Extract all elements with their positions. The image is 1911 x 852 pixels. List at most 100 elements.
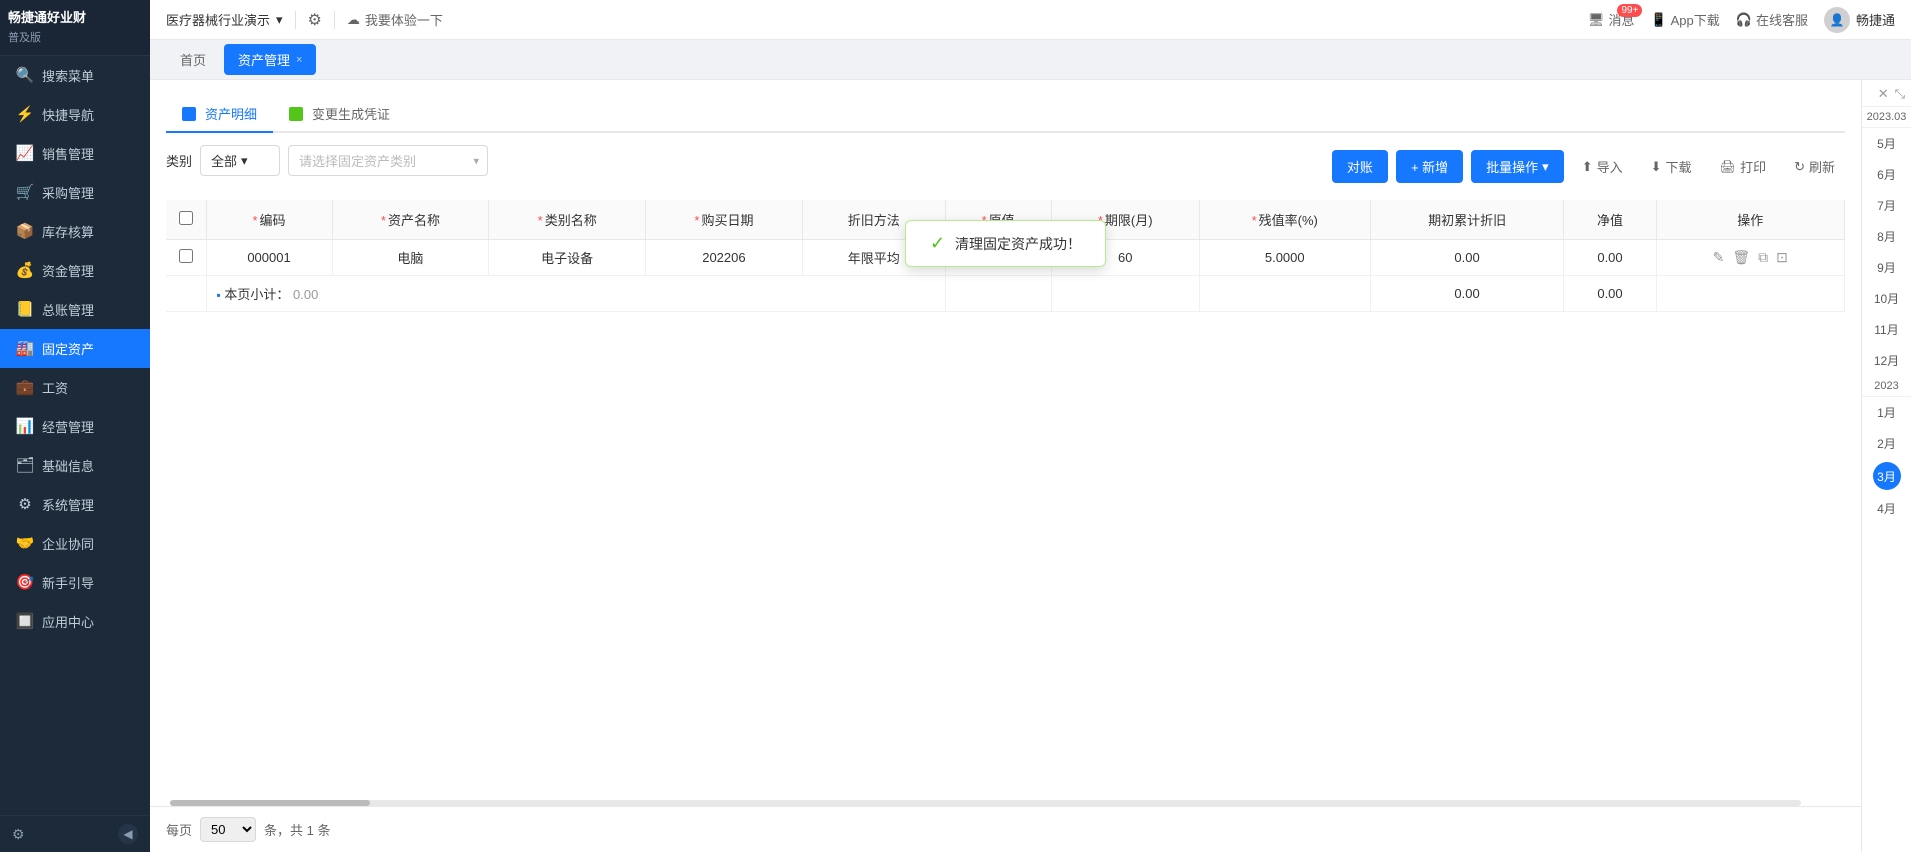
select-all-checkbox[interactable] <box>179 211 193 225</box>
tab-close-icon[interactable]: × <box>296 54 302 66</box>
right-panel-month[interactable]: 7月 <box>1862 190 1911 221</box>
edit-icon[interactable]: ✎ <box>1713 249 1725 266</box>
sidebar-item-sales[interactable]: 📈 销售管理 <box>0 134 150 173</box>
right-panel-month[interactable]: 12月 <box>1862 345 1911 376</box>
fixed-assets-icon: 🏭 <box>16 339 34 357</box>
batch-ops-dropdown-icon: ▾ <box>1542 159 1549 175</box>
right-panel-close-icon[interactable]: ✕ <box>1878 86 1889 102</box>
th-purchase-date: *购买日期 <box>646 200 803 240</box>
content-area: 资产明细 变更生成凭证 类别 全部 ▾ <box>150 80 1911 852</box>
row-actions: ✎ 🗑 ⧉ ⊡ <box>1667 249 1834 266</box>
sidebar-header: 畅捷通好业财 普及版 <box>0 0 150 56</box>
sidebar-item-system[interactable]: ⚙系统管理 <box>0 485 150 524</box>
import-icon: ⬆ <box>1582 159 1593 175</box>
dropdown-arrow-icon: ▾ <box>473 154 479 167</box>
tab-asset-management[interactable]: 资产管理 × <box>224 44 316 75</box>
online-service-button[interactable]: 🎧 在线客服 <box>1736 10 1808 29</box>
category-select-type[interactable]: 全部 ▾ <box>200 145 280 176</box>
topbar-settings-icon[interactable]: ⚙ <box>308 10 322 30</box>
new-button[interactable]: + 新增 <box>1396 150 1463 183</box>
import-button[interactable]: ⬆ 导入 <box>1572 151 1633 182</box>
sidebar-item-label: 新手引导 <box>42 573 94 592</box>
th-residual-rate: *残值率(%) <box>1199 200 1370 240</box>
right-panel-month[interactable]: 5月 <box>1862 128 1911 159</box>
right-panel-month[interactable]: 6月 <box>1862 159 1911 190</box>
sidebar-item-new-guide[interactable]: 🎯新手引导 <box>0 563 150 602</box>
right-panel-current-month[interactable]: 3月 <box>1873 462 1901 490</box>
sidebar-item-label: 库存核算 <box>42 222 94 241</box>
sidebar-item-fixed-assets[interactable]: 🏭固定资产 <box>0 329 150 368</box>
right-panel-month[interactable]: 10月 <box>1862 283 1911 314</box>
download-icon: ⬇ <box>1651 159 1662 175</box>
download-button[interactable]: ⬇ 下载 <box>1641 151 1702 182</box>
td-subtotal-period <box>1051 276 1199 312</box>
right-panel-months: 5月6月7月8月9月10月11月12月20231月2月 3月 4月 <box>1862 128 1911 524</box>
toast-message: 清理固定资产成功！ <box>955 234 1081 254</box>
ledger-icon: 📒 <box>16 300 34 318</box>
company-selector[interactable]: 医疗器械行业演示 ▾ <box>166 10 283 29</box>
sidebar-item-search[interactable]: 🔍搜索菜单 <box>0 56 150 95</box>
row-checkbox[interactable] <box>179 249 193 263</box>
sidebar-item-inventory[interactable]: 📦库存核算 <box>0 212 150 251</box>
right-panel-month[interactable]: 9月 <box>1862 252 1911 283</box>
company-dropdown-icon: ▾ <box>276 12 283 28</box>
refresh-button[interactable]: ↻ 刷新 <box>1784 151 1845 182</box>
td-subtotal-empty <box>166 276 206 312</box>
sidebar-collapse-button[interactable]: ◀ <box>118 824 138 844</box>
copy-icon[interactable]: ⧉ <box>1758 249 1768 266</box>
message-icon: 🖥 <box>1588 12 1605 28</box>
app-logo: 畅捷通好业财 <box>8 10 142 27</box>
delete-icon[interactable]: 🗑 <box>1732 249 1750 266</box>
right-panel-month[interactable]: 11月 <box>1862 314 1911 345</box>
app-download-button[interactable]: 📱 App下载 <box>1650 10 1719 29</box>
sidebar-item-label: 应用中心 <box>42 612 94 631</box>
sidebar-item-label: 销售管理 <box>42 144 94 163</box>
td-initial-depreciation: 0.00 <box>1370 240 1564 276</box>
reconcile-button[interactable]: 对账 <box>1332 150 1388 183</box>
print-button[interactable]: 🖨 打印 <box>1710 151 1777 182</box>
sidebar-item-label: 资金管理 <box>42 261 94 280</box>
td-checkbox <box>166 240 206 276</box>
td-subtotal-net: 0.00 <box>1564 276 1656 312</box>
settings-icon[interactable]: ⚙ <box>12 826 25 843</box>
right-panel-month[interactable]: 8月 <box>1862 221 1911 252</box>
sidebar-item-label: 工资 <box>42 378 68 397</box>
sidebar-item-finance[interactable]: 💰资金管理 <box>0 251 150 290</box>
sub-tabs: 资产明细 变更生成凭证 <box>166 96 1845 133</box>
batch-ops-button[interactable]: 批量操作 ▾ <box>1471 150 1564 183</box>
sidebar-item-enterprise[interactable]: 🤝企业协同 <box>0 524 150 563</box>
right-panel-expand-icon[interactable]: ⤡ <box>1895 86 1905 102</box>
td-subtotal-rate <box>1199 276 1370 312</box>
sub-tab-asset-detail[interactable]: 资产明细 <box>166 96 273 133</box>
user-menu[interactable]: 👤 畅捷通 <box>1824 7 1895 33</box>
per-page-select[interactable]: 50 100 <box>200 817 256 842</box>
sidebar-item-payroll[interactable]: 💼工资 <box>0 368 150 407</box>
sales-icon: 📈 <box>16 144 34 162</box>
category-select-value[interactable]: 请选择固定资产类别 ▾ <box>288 145 488 176</box>
td-net-value: 0.00 <box>1564 240 1656 276</box>
sidebar-item-ledger[interactable]: 📒总账管理 <box>0 290 150 329</box>
subtotal-row: ▪ 本页小计： 0.00 0.00 0.00 <box>166 276 1845 312</box>
th-code: *编码 <box>206 200 332 240</box>
more-icon[interactable]: ⊡ <box>1776 249 1788 266</box>
sidebar-footer: ⚙ ◀ <box>0 815 150 852</box>
sidebar-item-quick-nav[interactable]: ⚡快捷导航 <box>0 95 150 134</box>
right-panel-year-2023: 2023 <box>1862 376 1911 397</box>
messages-button[interactable]: 🖥 消息 99+ <box>1588 10 1635 29</box>
topbar-divider2 <box>334 11 335 29</box>
main-area: 医疗器械行业演示 ▾ ⚙ ☁ 我要体验一下 🖥 消息 99+ 📱 App下载 🎧… <box>150 0 1911 852</box>
right-panel-month[interactable]: 2月 <box>1862 428 1911 459</box>
right-panel-month[interactable]: 4月 <box>1862 493 1911 524</box>
tab-home[interactable]: 首页 <box>166 44 220 75</box>
sidebar-item-basic-info[interactable]: 🗂基础信息 <box>0 446 150 485</box>
app-version: 普及版 <box>8 29 142 45</box>
enterprise-icon: 🤝 <box>16 534 34 552</box>
sidebar-item-ops-mgmt[interactable]: 📊经营管理 <box>0 407 150 446</box>
experience-button[interactable]: ☁ 我要体验一下 <box>347 10 443 29</box>
right-panel-month[interactable]: 1月 <box>1862 397 1911 428</box>
sidebar-item-purchase[interactable]: 🛒采购管理 <box>0 173 150 212</box>
quick-nav-icon: ⚡ <box>16 105 34 123</box>
sub-tab-change-voucher[interactable]: 变更生成凭证 <box>273 96 406 133</box>
sidebar-item-app-center[interactable]: 🔲应用中心 <box>0 602 150 641</box>
td-operations: ✎ 🗑 ⧉ ⊡ <box>1656 240 1844 276</box>
